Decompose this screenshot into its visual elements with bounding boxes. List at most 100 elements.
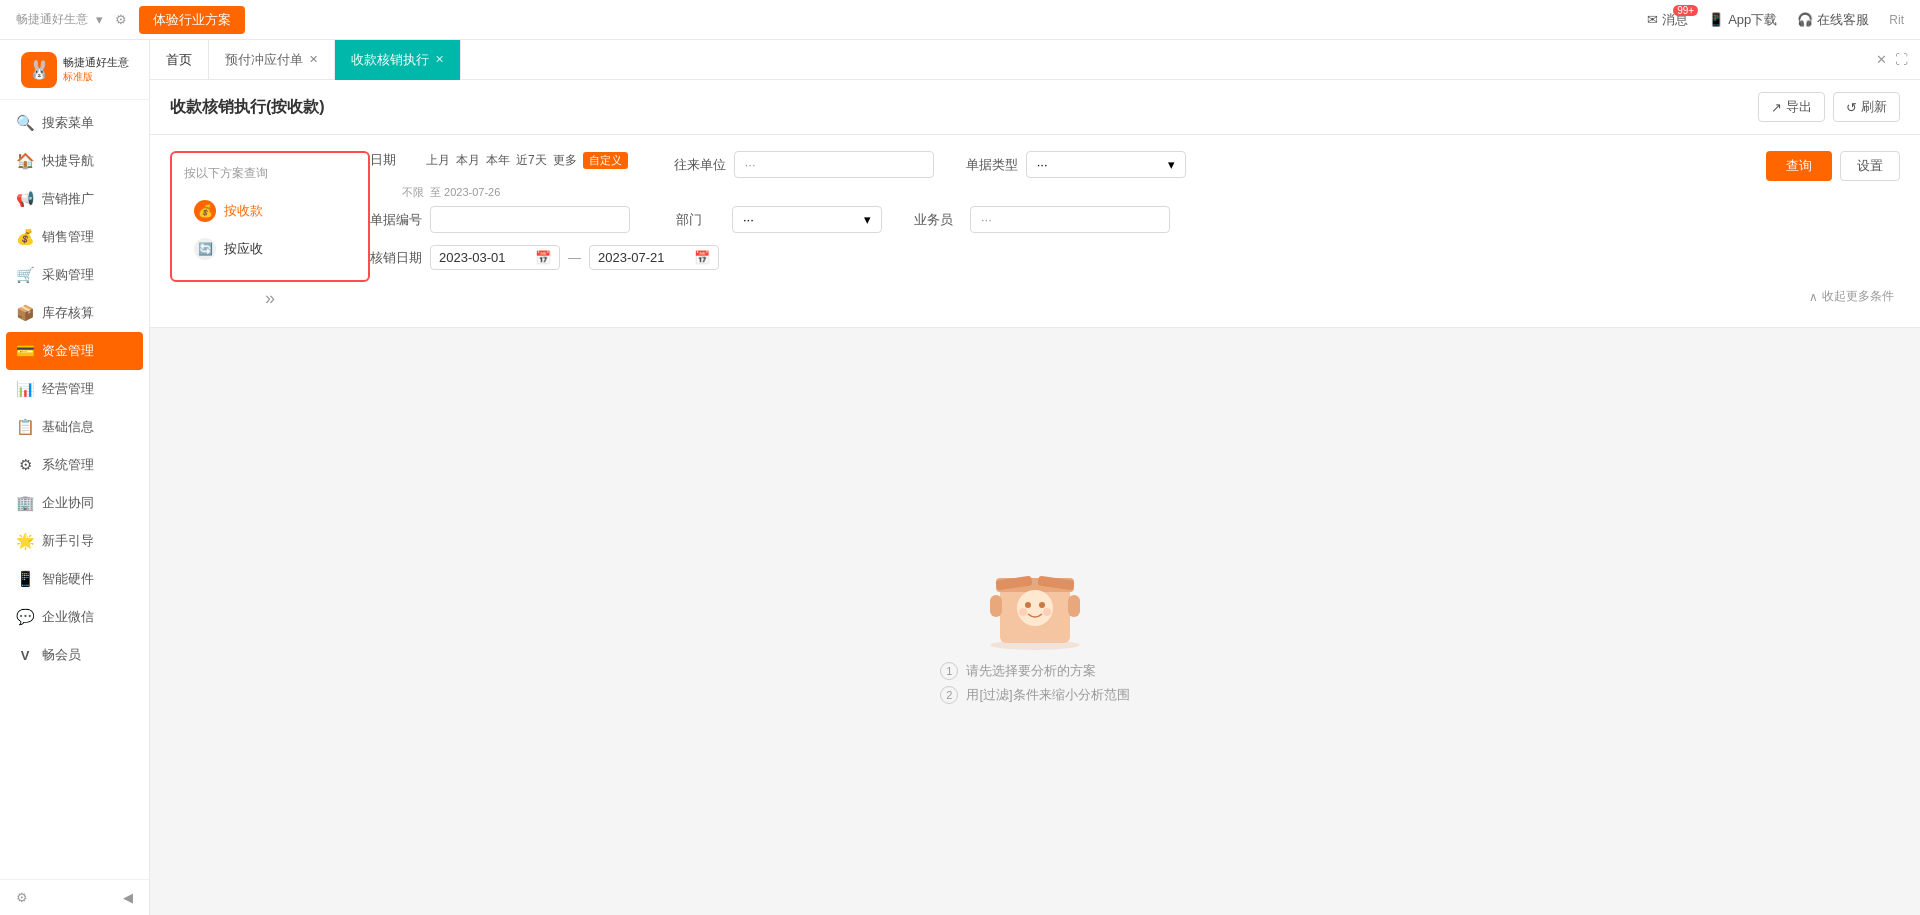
basic-icon: 📋 <box>16 418 34 436</box>
filter-verifydate-item: 核销日期 2023-03-01 📅 — 2023-07-21 📅 <box>370 245 719 270</box>
doctype-select[interactable]: ··· ▾ <box>1026 151 1186 178</box>
sidebar-item-wechat[interactable]: 💬 企业微信 <box>0 598 149 636</box>
tab-receipt[interactable]: 收款核销执行 ✕ <box>335 40 461 80</box>
tab-home-label: 首页 <box>166 51 192 69</box>
hint-text-1: 请先选择要分析的方案 <box>966 662 1096 680</box>
sidebar-label-quicknav: 快捷导航 <box>42 152 94 170</box>
settings-btn[interactable]: 设置 <box>1840 151 1900 181</box>
tabs-bar: 首页 预付冲应付单 ✕ 收款核销执行 ✕ ✕ ⛶ <box>150 40 1920 80</box>
brand-text: 畅捷通好生意 <box>16 11 88 28</box>
tab-close-all-icon[interactable]: ✕ <box>1876 52 1887 67</box>
app-download-btn[interactable]: 📱 App下载 <box>1708 11 1777 29</box>
sidebar-item-hardware[interactable]: 📱 智能硬件 <box>0 560 149 598</box>
filter-row-2: 单据编号 部门 ··· ▾ 业务员 <box>370 206 1900 233</box>
shortcut-this-month[interactable]: 本月 <box>456 152 480 169</box>
filter-plan-panel: 按以下方案查询 💰 按收款 🔄 按应收 <box>170 151 370 282</box>
refresh-btn[interactable]: ↺ 刷新 <box>1833 92 1900 122</box>
main-content: 1 请先选择要分析的方案 2 用[过滤]条件来缩小分析范围 <box>150 328 1920 915</box>
sidebar-item-member[interactable]: V 畅会员 <box>0 636 149 674</box>
shortcut-this-year[interactable]: 本年 <box>486 152 510 169</box>
topbar-left: 畅捷通好生意 ▾ ⚙ 体验行业方案 <box>16 6 245 34</box>
empty-hint-2: 2 用[过滤]条件来缩小分析范围 <box>940 686 1129 704</box>
message-icon: ✉ <box>1647 12 1658 27</box>
sidebar-item-capital[interactable]: 💳 资金管理 <box>6 332 143 370</box>
unit-input[interactable]: ··· <box>734 151 934 178</box>
filter-row-1: 日期 上月 本月 本年 近7天 更多 自定义 往来单位 <box>370 151 1900 181</box>
service-icon: 🎧 <box>1797 12 1813 27</box>
date-shortcuts-group: 上月 本月 本年 近7天 更多 自定义 <box>426 152 628 169</box>
empty-hints: 1 请先选择要分析的方案 2 用[过滤]条件来缩小分析范围 <box>940 662 1129 704</box>
brand-edition: 标准版 <box>63 70 129 84</box>
svg-rect-10 <box>990 595 1002 617</box>
filter-dept-item: 部门 ··· ▾ <box>676 206 882 233</box>
dept-select[interactable]: ··· ▾ <box>732 206 882 233</box>
system-icon: ⚙ <box>16 456 34 474</box>
home-icon: 🏠 <box>16 152 34 170</box>
customer-service-btn[interactable]: 🎧 在线客服 <box>1797 11 1869 29</box>
verifydate-start[interactable]: 2023-03-01 📅 <box>430 245 560 270</box>
filter-left-panel: 按以下方案查询 💰 按收款 🔄 按应收 » <box>170 151 370 310</box>
hardware-icon: 📱 <box>16 570 34 588</box>
filter-option-receivable[interactable]: 🔄 按应收 <box>184 230 356 268</box>
page-title: 收款核销执行(按收款) <box>170 97 325 118</box>
guide-icon: 🌟 <box>16 532 34 550</box>
date-range-sep: — <box>568 250 581 265</box>
export-icon: ↗ <box>1771 100 1782 115</box>
sidebar-item-guide[interactable]: 🌟 新手引导 <box>0 522 149 560</box>
tab-prepay[interactable]: 预付冲应付单 ✕ <box>209 40 335 80</box>
collapse-more-bar[interactable]: ∧ 收起更多条件 <box>370 282 1900 311</box>
search-icon: 🔍 <box>16 114 34 132</box>
shortcut-7days[interactable]: 近7天 <box>516 152 547 169</box>
filter-inner: 按以下方案查询 💰 按收款 🔄 按应收 » <box>150 135 1920 327</box>
verifydate-end[interactable]: 2023-07-21 📅 <box>589 245 719 270</box>
empty-hint-1: 1 请先选择要分析的方案 <box>940 662 1129 680</box>
shortcut-custom[interactable]: 自定义 <box>583 152 628 169</box>
user-name[interactable]: Rit <box>1889 13 1904 27</box>
filter-collapse-btn[interactable]: » <box>170 286 370 310</box>
sidebar-item-marketing[interactable]: 📢 营销推广 <box>0 180 149 218</box>
industry-btn[interactable]: 体验行业方案 <box>139 6 245 34</box>
sidebar-footer-gear[interactable]: ⚙ <box>16 890 28 905</box>
collapse-arrow-icon: ∧ <box>1809 290 1818 304</box>
sidebar-item-operations[interactable]: 📊 经营管理 <box>0 370 149 408</box>
docno-input[interactable] <box>430 206 630 233</box>
filter-unit-item: 往来单位 ··· <box>674 151 934 178</box>
message-btn[interactable]: ✉ 消息 99+ <box>1647 11 1688 29</box>
filter-option-receipt[interactable]: 💰 按收款 <box>184 192 356 230</box>
dept-label: 部门 <box>676 211 724 229</box>
tab-expand-icon[interactable]: ⛶ <box>1895 52 1908 67</box>
sidebar-item-purchase[interactable]: 🛒 采购管理 <box>0 256 149 294</box>
sidebar-item-quicknav[interactable]: 🏠 快捷导航 <box>0 142 149 180</box>
staff-label: 业务员 <box>914 211 962 229</box>
query-btn[interactable]: 查询 <box>1766 151 1832 181</box>
sidebar-label-basic: 基础信息 <box>42 418 94 436</box>
sidebar-label-member: 畅会员 <box>42 646 81 664</box>
filter-doctype-item: 单据类型 ··· ▾ <box>966 151 1186 178</box>
settings-icon[interactable]: ⚙ <box>111 10 131 30</box>
sidebar-item-system[interactable]: ⚙ 系统管理 <box>0 446 149 484</box>
shortcut-last-month[interactable]: 上月 <box>426 152 450 169</box>
dropdown-icon[interactable]: ▾ <box>96 12 103 27</box>
svg-point-9 <box>1043 608 1051 616</box>
sidebar-collapse-btn[interactable]: ◀ <box>123 890 133 905</box>
sidebar-item-sales[interactable]: 💰 销售管理 <box>0 218 149 256</box>
sidebar-label-capital: 资金管理 <box>42 342 94 360</box>
sidebar-label-hardware: 智能硬件 <box>42 570 94 588</box>
filter-date-item: 日期 上月 本月 本年 近7天 更多 自定义 <box>370 151 628 169</box>
empty-illustration <box>970 540 1100 650</box>
sidebar-item-basic[interactable]: 📋 基础信息 <box>0 408 149 446</box>
staff-input[interactable]: ··· <box>970 206 1170 233</box>
shortcut-more[interactable]: 更多 <box>553 152 577 169</box>
query-actions: 查询 设置 <box>1766 151 1900 181</box>
sales-icon: 💰 <box>16 228 34 246</box>
purchase-icon: 🛒 <box>16 266 34 284</box>
export-btn[interactable]: ↗ 导出 <box>1758 92 1825 122</box>
tab-prepay-close[interactable]: ✕ <box>309 53 318 66</box>
sidebar-logo: 🐰 畅捷通好生意 标准版 <box>0 40 149 100</box>
sidebar-item-enterprise[interactable]: 🏢 企业协同 <box>0 484 149 522</box>
sidebar-item-search[interactable]: 🔍 搜索菜单 <box>0 104 149 142</box>
tab-home[interactable]: 首页 <box>150 40 209 80</box>
doctype-label: 单据类型 <box>966 156 1018 174</box>
tab-receipt-close[interactable]: ✕ <box>435 53 444 66</box>
sidebar-item-inventory[interactable]: 📦 库存核算 <box>0 294 149 332</box>
